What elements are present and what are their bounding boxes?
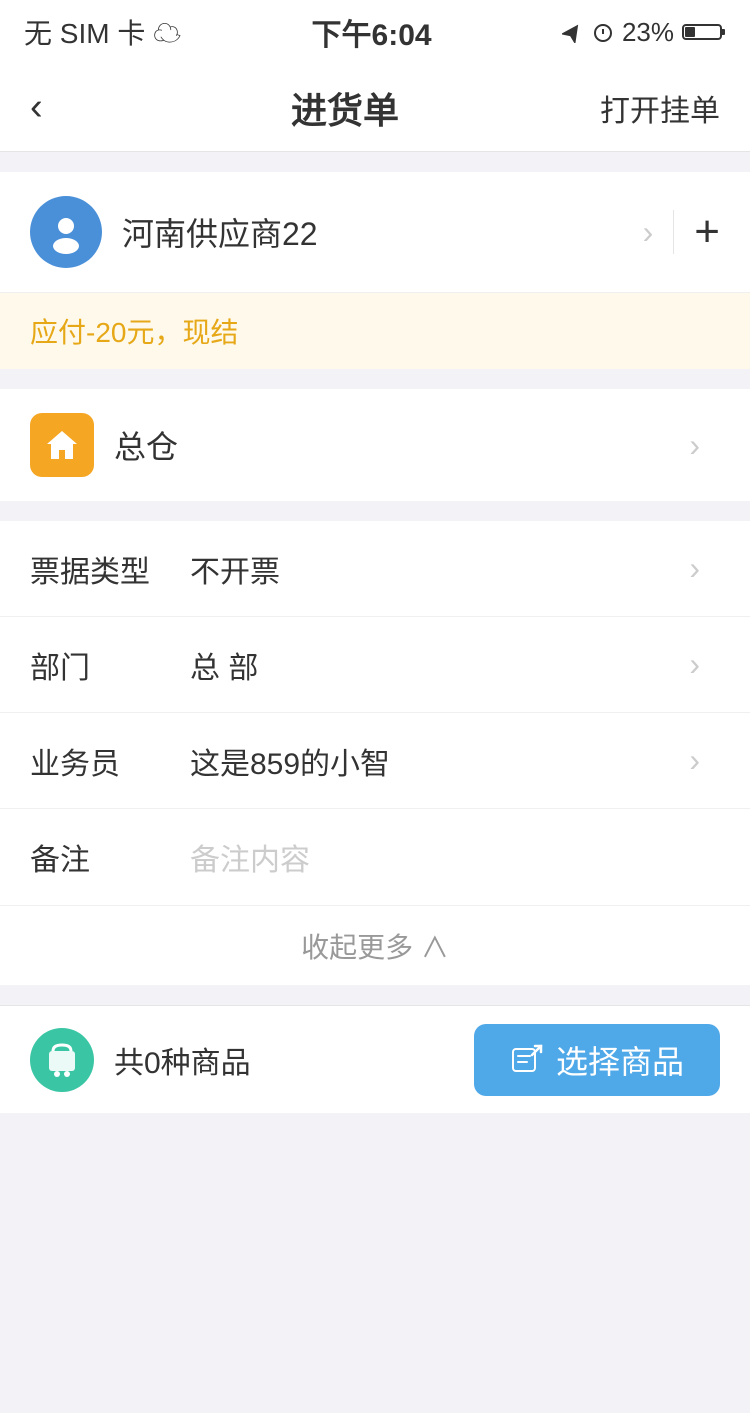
select-goods-label: 选择商品: [556, 1037, 684, 1083]
dept-chevron-icon: ›: [689, 646, 700, 683]
alarm-icon: [592, 21, 614, 43]
add-supplier-button[interactable]: +: [673, 210, 720, 254]
nav-bar: ‹ 进货单 打开挂单: [0, 64, 750, 152]
supplier-card: 河南供应商22 › + 应付-20元，现结: [0, 172, 750, 369]
warehouse-card[interactable]: 总仓 ›: [0, 389, 750, 501]
battery-icon: [682, 21, 726, 43]
page-background: [0, 1113, 750, 1413]
collapse-row[interactable]: 收起更多 ∧: [0, 905, 750, 985]
goods-count: 共0种商品: [114, 1038, 474, 1082]
open-pending-button[interactable]: 打开挂单: [600, 86, 720, 130]
notice-bar: 应付-20元，现结: [0, 293, 750, 369]
gap-1: [0, 152, 750, 172]
invoice-chevron-icon: ›: [689, 550, 700, 587]
salesman-label: 业务员: [30, 739, 170, 783]
warehouse-icon: [30, 413, 94, 477]
status-right: 23%: [562, 17, 726, 48]
salesman-row[interactable]: 业务员 这是859的小智 ›: [0, 713, 750, 809]
warehouse-chevron-icon: ›: [689, 427, 700, 464]
status-left: 无 SIM 卡 ☁: [24, 12, 181, 52]
back-button[interactable]: ‹: [30, 86, 90, 129]
salesman-chevron-icon: ›: [689, 742, 700, 779]
gap-4: [0, 985, 750, 1005]
status-time: 下午6:04: [312, 10, 432, 54]
supplier-avatar: [30, 196, 102, 268]
invoice-label: 票据类型: [30, 547, 170, 591]
remark-label: 备注: [30, 835, 170, 879]
remark-row[interactable]: 备注 备注内容: [0, 809, 750, 905]
goods-icon: [30, 1028, 94, 1092]
dept-row[interactable]: 部门 总 部 ›: [0, 617, 750, 713]
warehouse-name: 总仓: [114, 422, 689, 468]
select-goods-button[interactable]: 选择商品: [474, 1024, 720, 1096]
dept-label: 部门: [30, 643, 170, 687]
battery-text: 23%: [622, 17, 674, 48]
bottom-bar: 共0种商品 选择商品: [0, 1005, 750, 1113]
person-icon: [44, 210, 88, 254]
warehouse-row[interactable]: 总仓 ›: [0, 389, 750, 501]
dept-value: 总 部: [170, 643, 689, 687]
select-goods-icon: [510, 1043, 544, 1077]
signal-text: 无 SIM 卡 ☁: [24, 12, 181, 52]
gap-2: [0, 369, 750, 389]
invoice-value: 不开票: [170, 547, 689, 591]
cart-icon: [43, 1041, 81, 1079]
gap-3: [0, 501, 750, 521]
salesman-value: 这是859的小智: [170, 739, 689, 783]
house-icon: [43, 426, 81, 464]
invoice-type-row[interactable]: 票据类型 不开票 ›: [0, 521, 750, 617]
supplier-chevron-icon: ›: [643, 214, 654, 251]
page-title: 进货单: [291, 82, 399, 134]
supplier-name: 河南供应商22: [122, 209, 643, 255]
status-bar: 无 SIM 卡 ☁ 下午6:04 23%: [0, 0, 750, 64]
form-section: 票据类型 不开票 › 部门 总 部 › 业务员 这是859的小智 › 备注 备注…: [0, 521, 750, 905]
location-icon: [562, 21, 584, 43]
remark-input[interactable]: 备注内容: [170, 835, 720, 879]
supplier-row[interactable]: 河南供应商22 › +: [0, 172, 750, 293]
